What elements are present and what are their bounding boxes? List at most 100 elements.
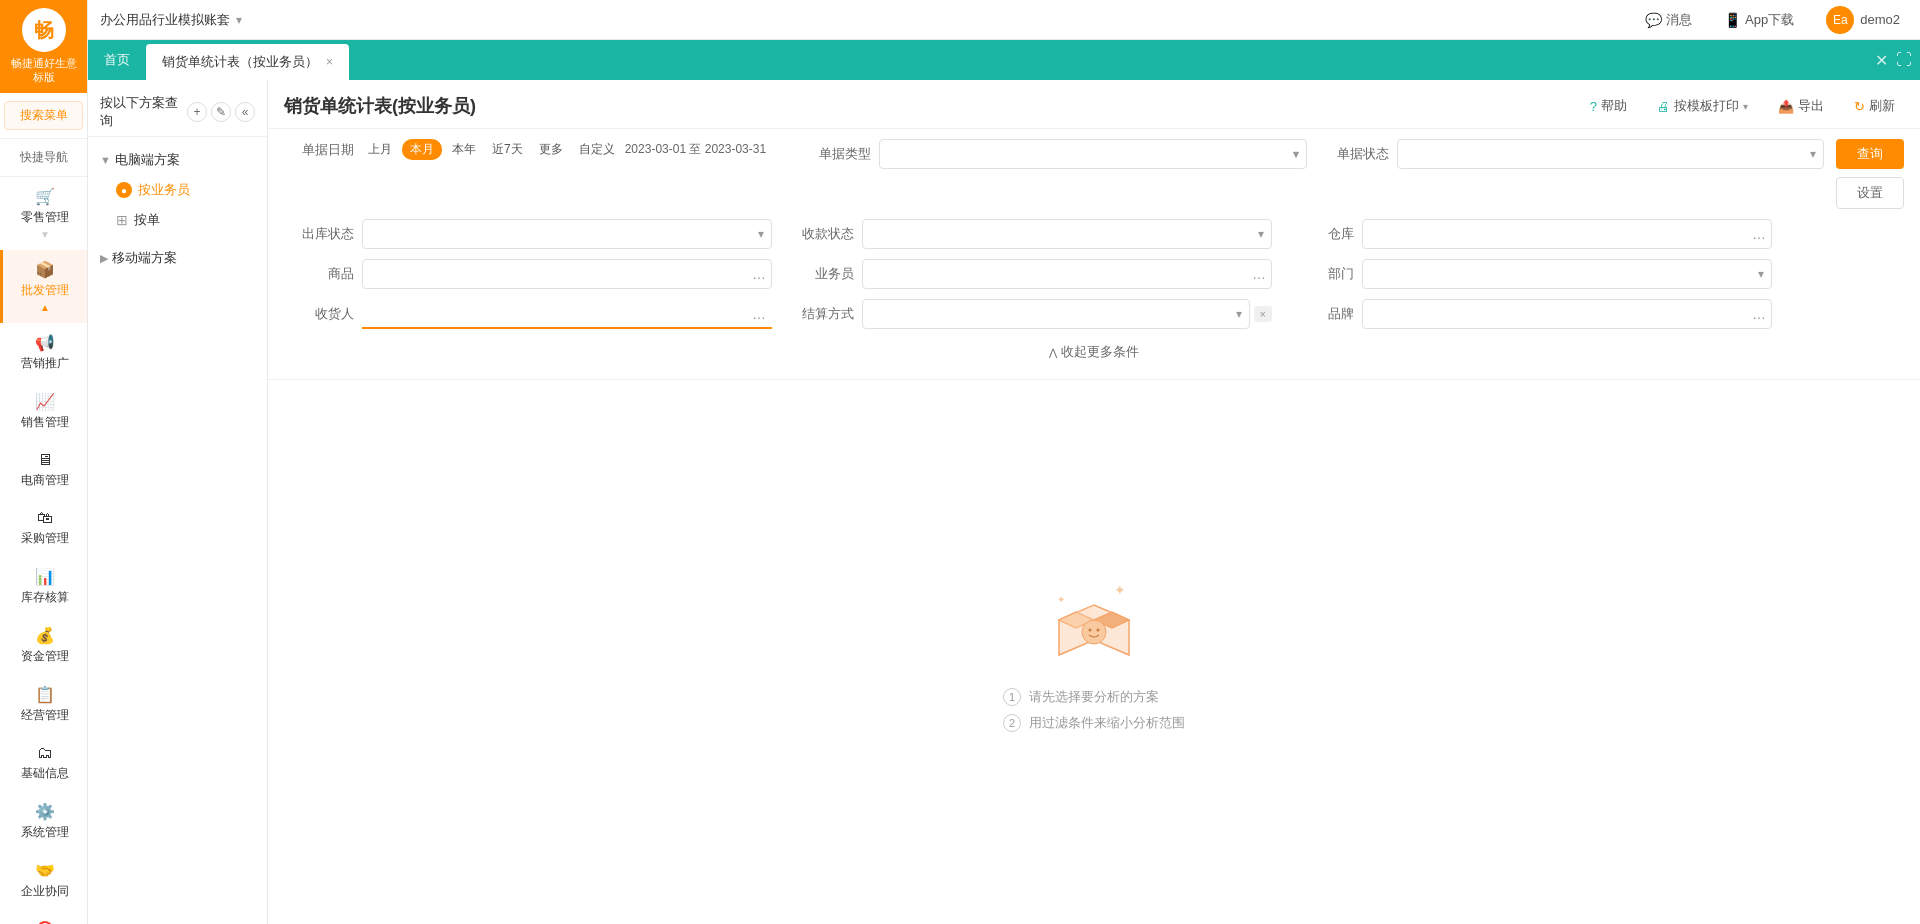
add-scheme-button[interactable]: + <box>187 102 207 122</box>
enterprise-icon: 🤝 <box>35 861 55 880</box>
help-icon: ? <box>1590 99 1597 114</box>
warehouse-dots-icon[interactable]: … <box>1752 226 1766 242</box>
active-dot-icon: ● <box>116 182 132 198</box>
tabs-controls: ✕ ⛶ <box>1875 51 1920 70</box>
purchase-icon: 🛍 <box>37 509 53 527</box>
doc-type-select[interactable] <box>879 139 1306 169</box>
sidebar-item-marketing-label: 营销推广 <box>21 355 69 372</box>
receipt-status-select[interactable] <box>862 219 1272 249</box>
sidebar-item-finance[interactable]: 💰 资金管理 <box>0 616 87 675</box>
refresh-button[interactable]: ↻ 刷新 <box>1845 92 1904 120</box>
warehouse-input[interactable] <box>1362 219 1772 249</box>
print-label: 按模板打印 <box>1674 97 1739 115</box>
main-area: 办公用品行业模拟账套 ▾ 💬 消息 📱 App下载 Ea demo2 首页 销货… <box>88 0 1920 924</box>
goods-input[interactable] <box>362 259 772 289</box>
mobile-scheme-arrow: ▶ <box>100 252 108 265</box>
empty-hints: 1 请先选择要分析的方案 2 用过滤条件来缩小分析范围 <box>1003 688 1185 732</box>
tab-maximize-icon[interactable]: ⛶ <box>1896 51 1912 69</box>
app-download-button[interactable]: 📱 App下载 <box>1716 7 1802 33</box>
export-button[interactable]: 📤 导出 <box>1769 92 1833 120</box>
wholesale-icon: 📦 <box>35 260 55 279</box>
consignee-dots-icon[interactable]: … <box>752 306 766 322</box>
settlement-tag: × <box>1254 306 1272 322</box>
print-button[interactable]: 🖨 按模板打印 ▾ <box>1648 92 1757 120</box>
basic-icon: 🗂 <box>37 744 53 762</box>
sidebar-item-newbie[interactable]: 🎯 新手引导 <box>0 910 87 924</box>
svg-point-5 <box>1089 628 1092 631</box>
brand-dots-icon[interactable]: … <box>1752 306 1766 322</box>
sidebar-item-wholesale[interactable]: 📦 批发管理 ▲ <box>0 250 87 323</box>
left-panel-actions: + ✎ « <box>187 102 255 122</box>
sidebar-item-ecommerce[interactable]: 🖥 电商管理 <box>0 441 87 499</box>
date-btn-custom[interactable]: 自定义 <box>573 139 621 160</box>
doc-type-select-wrap: ▾ <box>879 139 1306 169</box>
date-filter-group: 上月 本月 本年 近7天 更多 自定义 2023-03-01 至 2023-03… <box>362 139 789 160</box>
sidebar-item-enterprise[interactable]: 🤝 企业协同 <box>0 851 87 910</box>
sidebar-item-operation[interactable]: 📋 经营管理 <box>0 675 87 734</box>
settlement-label: 结算方式 <box>784 305 854 323</box>
logo-icon: 畅 <box>22 8 66 52</box>
scheme-item-salesperson[interactable]: ● 按业务员 <box>88 175 267 205</box>
scheme-item-order[interactable]: ⊞ 按单 <box>88 205 267 235</box>
department-label: 部门 <box>1284 265 1354 283</box>
sidebar-item-retail[interactable]: 🛒 零售管理 ▼ <box>0 177 87 250</box>
hint-1-num: 1 <box>1003 688 1021 706</box>
help-button[interactable]: ? 帮助 <box>1581 92 1636 120</box>
collapse-button[interactable]: ⋀ 收起更多条件 <box>284 335 1904 369</box>
sidebar-item-inventory-label: 库存核算 <box>21 589 69 606</box>
avatar: Ea <box>1826 6 1854 34</box>
consignee-input[interactable] <box>362 299 772 329</box>
date-btn-7days[interactable]: 近7天 <box>486 139 529 160</box>
sidebar-item-system[interactable]: ⚙️ 系统管理 <box>0 792 87 851</box>
settlement-select[interactable] <box>862 299 1250 329</box>
brand-input[interactable] <box>1362 299 1772 329</box>
date-btn-more[interactable]: 更多 <box>533 139 569 160</box>
edit-scheme-button[interactable]: ✎ <box>211 102 231 122</box>
left-panel-title: 按以下方案查询 <box>100 94 181 130</box>
sidebar-item-system-label: 系统管理 <box>21 824 69 841</box>
sidebar-item-marketing[interactable]: 📢 营销推广 <box>0 323 87 382</box>
tab-home[interactable]: 首页 <box>88 40 146 80</box>
tab-sales-stat[interactable]: 销货单统计表（按业务员） × <box>146 44 349 80</box>
date-btn-this-month[interactable]: 本月 <box>402 139 442 160</box>
department-select[interactable] <box>1362 259 1772 289</box>
tab-sales-stat-label: 销货单统计表（按业务员） <box>162 53 318 71</box>
date-btn-last-month[interactable]: 上月 <box>362 139 398 160</box>
desktop-scheme-header[interactable]: ▼ 电脑端方案 <box>88 145 267 175</box>
retail-icon: 🛒 <box>35 187 55 206</box>
settlement-tag-close[interactable]: × <box>1260 308 1266 320</box>
sidebar-item-sales-label: 销售管理 <box>21 414 69 431</box>
salesperson-input[interactable] <box>862 259 1272 289</box>
page-header: 销货单统计表(按业务员) ? 帮助 🖨 按模板打印 ▾ 📤 导出 <box>268 80 1920 129</box>
set-button[interactable]: 设置 <box>1836 177 1904 209</box>
empty-box-svg: ✦ ✦ <box>1039 575 1149 670</box>
message-button[interactable]: 💬 消息 <box>1637 7 1700 33</box>
user-name: demo2 <box>1860 12 1900 27</box>
logo-area[interactable]: 畅 畅捷通好生意 标版 <box>0 0 87 93</box>
svg-point-6 <box>1097 628 1100 631</box>
quick-nav-item[interactable]: 快捷导航 <box>0 143 87 172</box>
scheme-item-salesperson-label: 按业务员 <box>138 181 190 199</box>
sidebar-item-basic[interactable]: 🗂 基础信息 <box>0 734 87 792</box>
salesperson-dots-icon[interactable]: … <box>1252 266 1266 282</box>
sidebar-item-inventory[interactable]: 📊 库存核算 <box>0 557 87 616</box>
tab-close-window-icon[interactable]: ✕ <box>1875 51 1888 70</box>
out-status-select[interactable] <box>362 219 772 249</box>
goods-dots-icon[interactable]: … <box>752 266 766 282</box>
app-dropdown-icon: ▾ <box>236 13 242 27</box>
export-icon: 📤 <box>1778 99 1794 114</box>
mobile-scheme-header[interactable]: ▶ 移动端方案 <box>88 243 267 273</box>
sidebar-item-sales[interactable]: 📈 销售管理 <box>0 382 87 441</box>
doc-status-select[interactable] <box>1397 139 1824 169</box>
sidebar-item-purchase[interactable]: 🛍 采购管理 <box>0 499 87 557</box>
retail-arrow-icon: ▼ <box>40 229 50 240</box>
filter-row-4: 收货人 … 结算方式 ▾ <box>284 299 1904 329</box>
date-btn-this-year[interactable]: 本年 <box>446 139 482 160</box>
collapse-panel-button[interactable]: « <box>235 102 255 122</box>
tab-close-icon[interactable]: × <box>326 55 333 69</box>
search-menu-button[interactable]: 搜索菜单 <box>4 101 83 130</box>
refresh-icon: ↻ <box>1854 99 1865 114</box>
user-menu[interactable]: Ea demo2 <box>1818 2 1908 38</box>
query-button[interactable]: 查询 <box>1836 139 1904 169</box>
app-selector[interactable]: 办公用品行业模拟账套 ▾ <box>100 11 242 29</box>
